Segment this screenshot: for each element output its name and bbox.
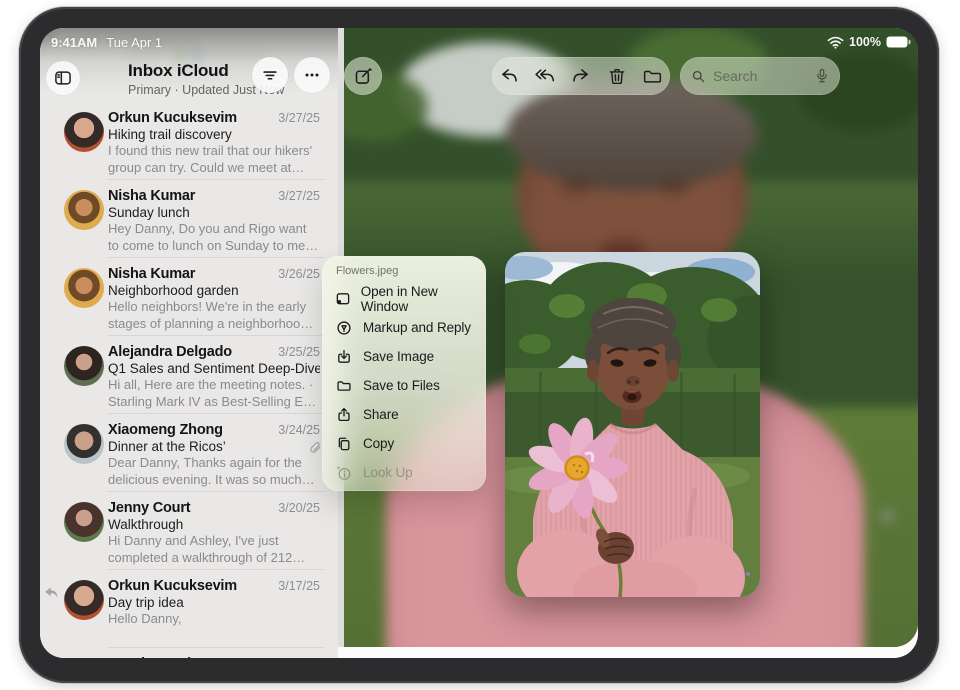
email-preview: Hi Danny and Ashley, I've just completed…: [108, 533, 320, 566]
forward-button[interactable]: [563, 57, 599, 95]
email-date: 3/26/25: [278, 267, 320, 281]
email-list-item[interactable]: Orkun Kucuksevim 3/27/25 Hiking trail dis…: [40, 102, 338, 180]
trash-icon: [607, 66, 627, 87]
email-subject: Q1 Sales and Sentiment Deep-Dive: [108, 361, 320, 376]
email-list-item[interactable]: Jenny Court 3/20/25 Walkthrough Hi Danny …: [40, 492, 338, 570]
sender-name: Alejandra Delgado: [108, 344, 270, 360]
sender-name: Nisha Kumar: [108, 188, 270, 204]
email-subject: Walkthrough: [108, 517, 320, 532]
save-image-icon: [334, 349, 354, 365]
sender-name: Nisha Kumar: [108, 266, 270, 282]
compose-icon: [353, 66, 374, 87]
email-list-item[interactable]: Orkun Kucuksevim 3/17/25 Day trip idea He…: [40, 570, 338, 648]
email-preview: I found this new trail that our hikers' …: [108, 143, 320, 176]
menu-item-label: Markup and Reply: [363, 320, 471, 335]
reply-button[interactable]: [492, 57, 528, 95]
look-up-icon: [334, 465, 354, 481]
email-subject: Dinner at the Ricos’: [108, 439, 306, 454]
filter-button[interactable]: [252, 57, 288, 93]
email-subject: Neighborhood garden: [108, 283, 320, 298]
open-in-new-window-icon: [334, 291, 352, 307]
menu-item-label: Share: [363, 407, 399, 422]
mic-icon[interactable]: [815, 68, 829, 85]
sidebar-toggle-button[interactable]: [46, 61, 80, 95]
avatar: [64, 580, 104, 620]
email-preview: Hey Danny, Do you and Rigo want to come …: [108, 221, 320, 254]
email-date: 3/27/25: [278, 111, 320, 125]
reply-all-button[interactable]: [528, 57, 564, 95]
share-icon: [334, 407, 354, 423]
menu-item-save-image[interactable]: Save Image: [322, 342, 486, 371]
filter-icon: [260, 65, 280, 85]
email-date: 3/17/25: [278, 579, 320, 593]
menu-item-label: Save to Files: [363, 378, 440, 393]
menu-item-open-in-new-window[interactable]: Open in New Window: [322, 284, 486, 313]
avatar: [64, 502, 104, 542]
avatar: [64, 112, 104, 152]
sender-name: Po-Chun Yeh: [108, 656, 270, 658]
email-subject: Sunday lunch: [108, 205, 320, 220]
ellipsis-icon: [302, 65, 322, 85]
search-icon: [691, 69, 706, 84]
email-list-item[interactable]: Nisha Kumar 3/26/25 Neighborhood garden H…: [40, 258, 338, 336]
email-preview: Hello neighbors! We're in the early stag…: [108, 299, 320, 332]
sender-name: Orkun Kucuksevim: [108, 110, 270, 126]
reply-icon: [499, 66, 520, 87]
search-bar[interactable]: [680, 57, 840, 95]
email-preview: Hi all, Here are the meeting notes. · St…: [108, 377, 320, 410]
move-to-folder-button[interactable]: [634, 57, 670, 95]
email-list-item[interactable]: Xiaomeng Zhong 3/24/25 Dinner at the Rico…: [40, 414, 338, 492]
menu-item-markup-and-reply[interactable]: Markup and Reply: [322, 313, 486, 342]
ipad-device-frame: Inbox iCloud Primary · Updated Just Now: [19, 7, 939, 683]
reply-all-icon: [534, 66, 556, 87]
email-list-item[interactable]: Alejandra Delgado 3/25/25 Q1 Sales and Se…: [40, 336, 338, 414]
avatar: [64, 346, 104, 386]
email-list: Orkun Kucuksevim 3/27/25 Hiking trail dis…: [40, 102, 338, 658]
menu-item-label: Save Image: [363, 349, 434, 364]
email-date: 3/14/25: [278, 657, 320, 658]
attachment-image-preview[interactable]: [505, 252, 760, 597]
email-preview: Dear Danny, Thanks again for the delicio…: [108, 455, 320, 488]
email-subject: Day trip idea: [108, 595, 320, 610]
menu-item-share[interactable]: Share: [322, 400, 486, 429]
sender-name: Xiaomeng Zhong: [108, 422, 270, 438]
screen: Inbox iCloud Primary · Updated Just Now: [40, 28, 918, 658]
more-options-button[interactable]: [294, 57, 330, 93]
email-date: 3/24/25: [278, 423, 320, 437]
menu-item-look-up[interactable]: Look Up: [322, 458, 486, 487]
menu-item-label: Copy: [363, 436, 394, 451]
compose-button[interactable]: [344, 57, 382, 95]
forward-icon: [570, 66, 591, 87]
message-actions-toolbar: [492, 57, 670, 95]
email-date: 3/27/25: [278, 189, 320, 203]
sender-name: Jenny Court: [108, 500, 270, 516]
menu-item-save-to-files[interactable]: Save to Files: [322, 371, 486, 400]
menu-item-label: Open in New Window: [361, 284, 474, 314]
mail-sidebar: Inbox iCloud Primary · Updated Just Now: [40, 28, 338, 658]
menu-item-copy[interactable]: Copy: [322, 429, 486, 458]
context-menu-title: Flowers.jpeg: [322, 265, 486, 284]
copy-icon: [334, 436, 354, 452]
markup-and-reply-icon: [334, 320, 354, 336]
email-list-item[interactable]: Po-Chun Yeh 3/14/25: [40, 648, 338, 658]
email-subject: Hiking trail discovery: [108, 127, 320, 142]
save-to-files-icon: [334, 378, 354, 394]
attachment-context-menu: Flowers.jpeg Open in New Window Markup a…: [322, 256, 486, 491]
flowers-photo: [505, 252, 760, 597]
menu-item-label: Look Up: [363, 465, 413, 480]
sidebar-toggle-icon: [53, 68, 73, 88]
attachment-paperclip-icon: [309, 441, 322, 454]
search-input[interactable]: [713, 68, 808, 84]
sender-name: Orkun Kucuksevim: [108, 578, 270, 594]
trash-button[interactable]: [599, 57, 635, 95]
email-date: 3/25/25: [278, 345, 320, 359]
replied-arrow-icon: [44, 586, 59, 599]
email-date: 3/20/25: [278, 501, 320, 515]
email-preview: Hello Danny,: [108, 611, 320, 628]
avatar: [64, 424, 104, 464]
folder-icon: [642, 66, 663, 87]
avatar: [64, 190, 104, 230]
avatar: [64, 268, 104, 308]
email-list-item[interactable]: Nisha Kumar 3/27/25 Sunday lunch Hey Dann…: [40, 180, 338, 258]
